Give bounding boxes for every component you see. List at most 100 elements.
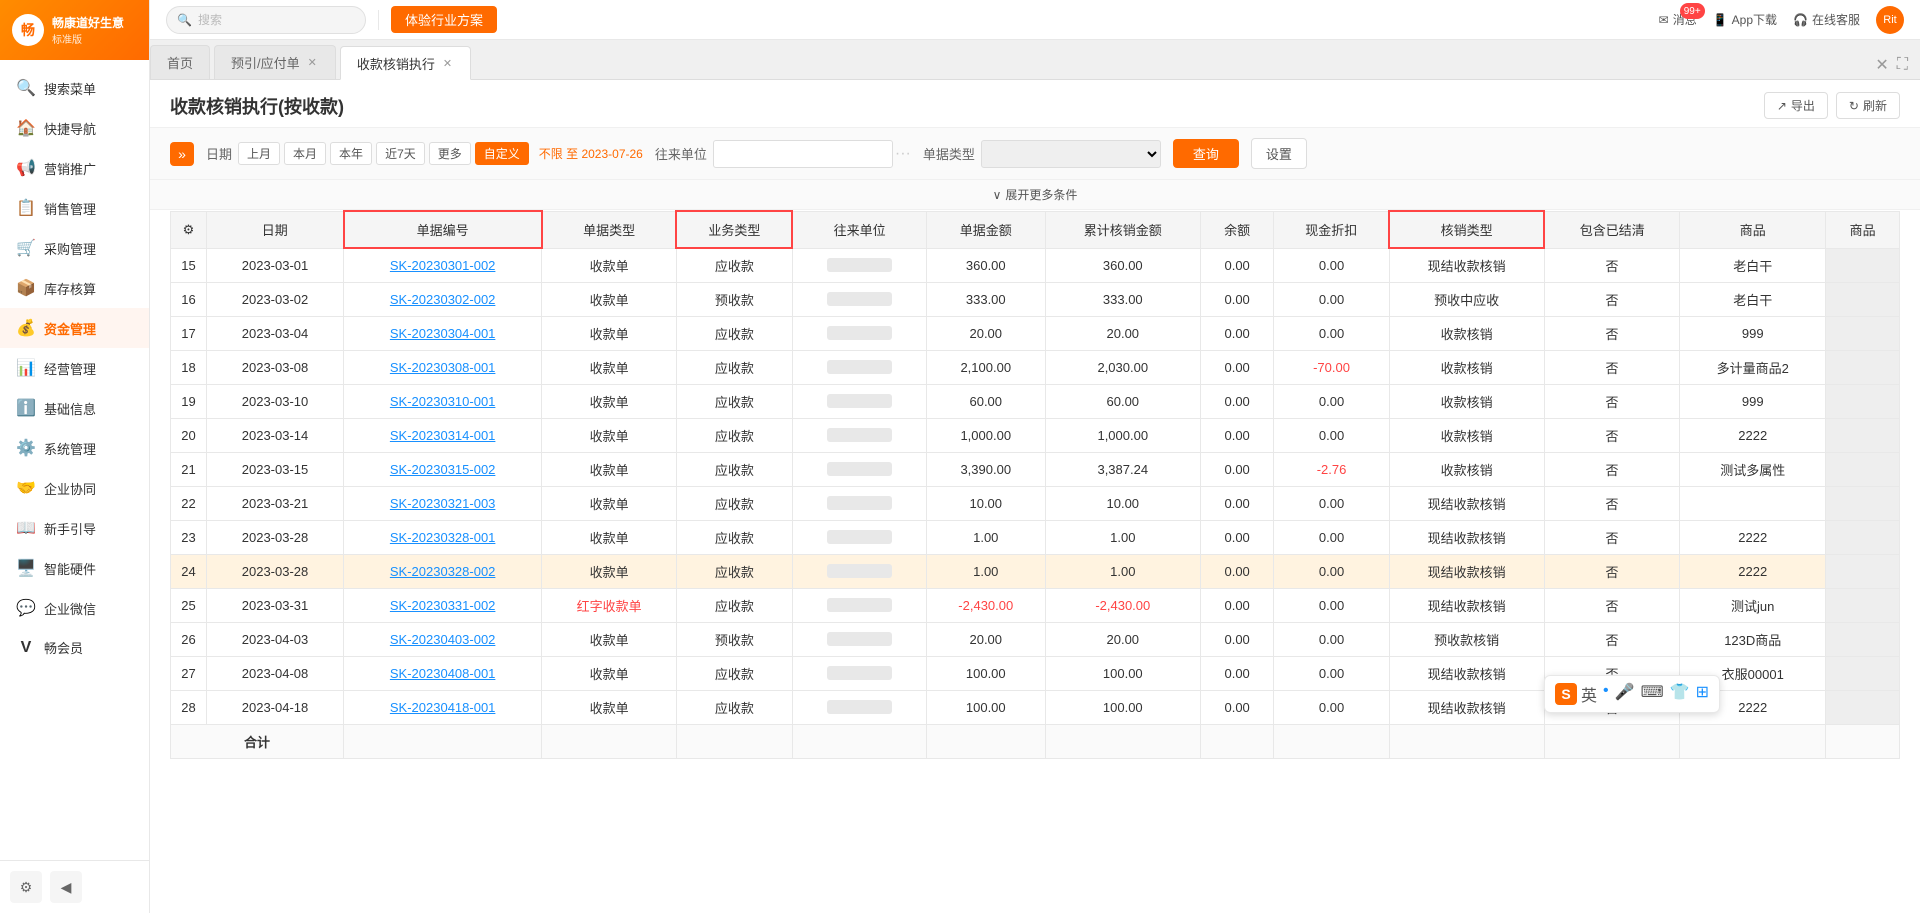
sidebar-item-quicknav[interactable]: 🏠 快捷导航 [0, 108, 149, 148]
row-biz-type: 应收款 [676, 487, 792, 521]
topbar-search[interactable]: 🔍 搜索 [166, 6, 366, 34]
avatar[interactable]: Rit [1876, 6, 1904, 34]
receipt-type-select[interactable] [981, 140, 1161, 168]
row-order-no[interactable]: SK-20230304-001 [344, 317, 542, 351]
date-btn-7days[interactable]: 近7天 [376, 142, 425, 165]
sidebar-item-enterprise[interactable]: 🤝 企业协同 [0, 468, 149, 508]
expand-more-btn[interactable]: ∨ 展开更多条件 [993, 186, 1078, 203]
sidebar-bottom: ⚙ ◀ [0, 860, 149, 913]
marketing-icon: 📢 [16, 158, 36, 178]
row-num: 27 [171, 657, 207, 691]
english-icon: 英 [1581, 682, 1597, 706]
footer-included [1544, 725, 1680, 759]
row-order-no[interactable]: SK-20230308-001 [344, 351, 542, 385]
row-order-no[interactable]: SK-20230418-001 [344, 691, 542, 725]
purchase-icon: 🛒 [16, 238, 36, 258]
row-order-no[interactable]: SK-20230314-001 [344, 419, 542, 453]
tab-close-preorder[interactable]: ✕ [306, 54, 319, 71]
close-all-tabs-btn[interactable]: ✕ [1875, 55, 1888, 75]
col-cash-discount: 现金折扣 [1274, 211, 1389, 248]
row-order-no[interactable]: SK-20230408-001 [344, 657, 542, 691]
row-amount: 60.00 [926, 385, 1045, 419]
row-order-no[interactable]: SK-20230328-001 [344, 521, 542, 555]
tab-home[interactable]: 首页 [150, 45, 210, 79]
export-btn[interactable]: ↗ 导出 [1764, 92, 1828, 119]
solution-btn[interactable]: 体验行业方案 [391, 6, 497, 33]
row-product2 [1826, 487, 1900, 521]
col-written-off: 累计核销金额 [1045, 211, 1200, 248]
row-included: 否 [1544, 248, 1680, 283]
maximize-btn[interactable]: ⛶ [1897, 56, 1908, 74]
row-product2 [1826, 385, 1900, 419]
row-write-off-type: 现结收款核销 [1389, 657, 1544, 691]
query-btn[interactable]: 查询 [1173, 139, 1239, 168]
message-btn[interactable]: ✉ 消息 99+ [1659, 11, 1697, 28]
row-biz-type: 应收款 [676, 657, 792, 691]
row-order-no[interactable]: SK-20230328-002 [344, 555, 542, 589]
sidebar-label-marketing: 营销推广 [44, 159, 96, 178]
tshirt-icon: 👕 [1670, 682, 1690, 706]
sidebar-label-operations: 经营管理 [44, 359, 96, 378]
row-order-no[interactable]: SK-20230315-002 [344, 453, 542, 487]
sidebar-item-basic[interactable]: ℹ️ 基础信息 [0, 388, 149, 428]
date-btn-this-month[interactable]: 本月 [284, 142, 326, 165]
date-btn-this-year[interactable]: 本年 [330, 142, 372, 165]
row-order-no[interactable]: SK-20230310-001 [344, 385, 542, 419]
counterpart-input[interactable] [713, 140, 893, 168]
row-order-no[interactable]: SK-20230301-002 [344, 248, 542, 283]
row-biz-type: 应收款 [676, 555, 792, 589]
row-biz-type: 应收款 [676, 351, 792, 385]
sidebar-item-inventory[interactable]: 📦 库存核算 [0, 268, 149, 308]
refresh-btn[interactable]: ↻ 刷新 [1836, 92, 1900, 119]
home-icon: 🏠 [16, 118, 36, 138]
sidebar-item-search[interactable]: 🔍 搜索菜单 [0, 68, 149, 108]
tab-receipt[interactable]: 收款核销执行 ✕ [340, 46, 471, 80]
row-bill-type: 收款单 [542, 385, 677, 419]
tab-preorder[interactable]: 预引/应付单 ✕ [214, 45, 336, 79]
row-date: 2023-03-08 [207, 351, 344, 385]
row-order-no[interactable]: SK-20230403-002 [344, 623, 542, 657]
sidebar-item-hardware[interactable]: 🖥️ 智能硬件 [0, 548, 149, 588]
sidebar-item-finance[interactable]: 💰 资金管理 [0, 308, 149, 348]
expand-filter-btn[interactable]: » [170, 142, 194, 166]
app-download-btn[interactable]: 📱 App下载 [1713, 11, 1777, 28]
date-btn-last-month[interactable]: 上月 [238, 142, 280, 165]
row-amount: 3,390.00 [926, 453, 1045, 487]
col-settings-icon[interactable]: ⚙ [171, 211, 207, 248]
keyboard-icon: ⌨ [1641, 682, 1664, 706]
sidebar-item-vip[interactable]: V 畅会员 [0, 628, 149, 667]
row-product2 [1826, 521, 1900, 555]
collapse-btn[interactable]: ◀ [50, 871, 82, 903]
topbar: 🔍 搜索 体验行业方案 ✉ 消息 99+ 📱 App下载 🎧 在线客服 Rit [150, 0, 1920, 40]
sidebar-item-guide[interactable]: 📖 新手引导 [0, 508, 149, 548]
row-included: 否 [1544, 351, 1680, 385]
expand-more-bar: ∨ 展开更多条件 [150, 180, 1920, 210]
date-btn-more[interactable]: 更多 [429, 142, 471, 165]
row-date: 2023-03-28 [207, 555, 344, 589]
row-order-no[interactable]: SK-20230321-003 [344, 487, 542, 521]
row-counterpart: ███████ [792, 283, 926, 317]
service-btn[interactable]: 🎧 在线客服 [1793, 11, 1860, 28]
sidebar-item-operations[interactable]: 📊 经营管理 [0, 348, 149, 388]
sidebar-item-wechat[interactable]: 💬 企业微信 [0, 588, 149, 628]
row-num: 22 [171, 487, 207, 521]
settings-icon-btn[interactable]: ⚙ [10, 871, 42, 903]
row-written-off: 100.00 [1045, 691, 1200, 725]
inventory-icon: 📦 [16, 278, 36, 298]
watermark-icons: 英 • 🎤 ⌨ 👕 ⊞ [1581, 682, 1709, 706]
row-included: 否 [1544, 589, 1680, 623]
sidebar-item-marketing[interactable]: 📢 营销推广 [0, 148, 149, 188]
sidebar-item-sales[interactable]: 📋 销售管理 [0, 188, 149, 228]
row-counterpart: ███████ [792, 555, 926, 589]
row-order-no[interactable]: SK-20230331-002 [344, 589, 542, 623]
row-included: 否 [1544, 317, 1680, 351]
date-btn-custom[interactable]: 自定义 [475, 142, 529, 165]
row-product2 [1826, 317, 1900, 351]
row-write-off-type: 收款核销 [1389, 317, 1544, 351]
tab-close-receipt[interactable]: ✕ [441, 55, 454, 72]
setting-btn[interactable]: 设置 [1251, 138, 1307, 169]
sidebar-item-system[interactable]: ⚙️ 系统管理 [0, 428, 149, 468]
ellipsis-btn[interactable]: ··· [895, 145, 911, 163]
row-order-no[interactable]: SK-20230302-002 [344, 283, 542, 317]
sidebar-item-purchase[interactable]: 🛒 采购管理 [0, 228, 149, 268]
